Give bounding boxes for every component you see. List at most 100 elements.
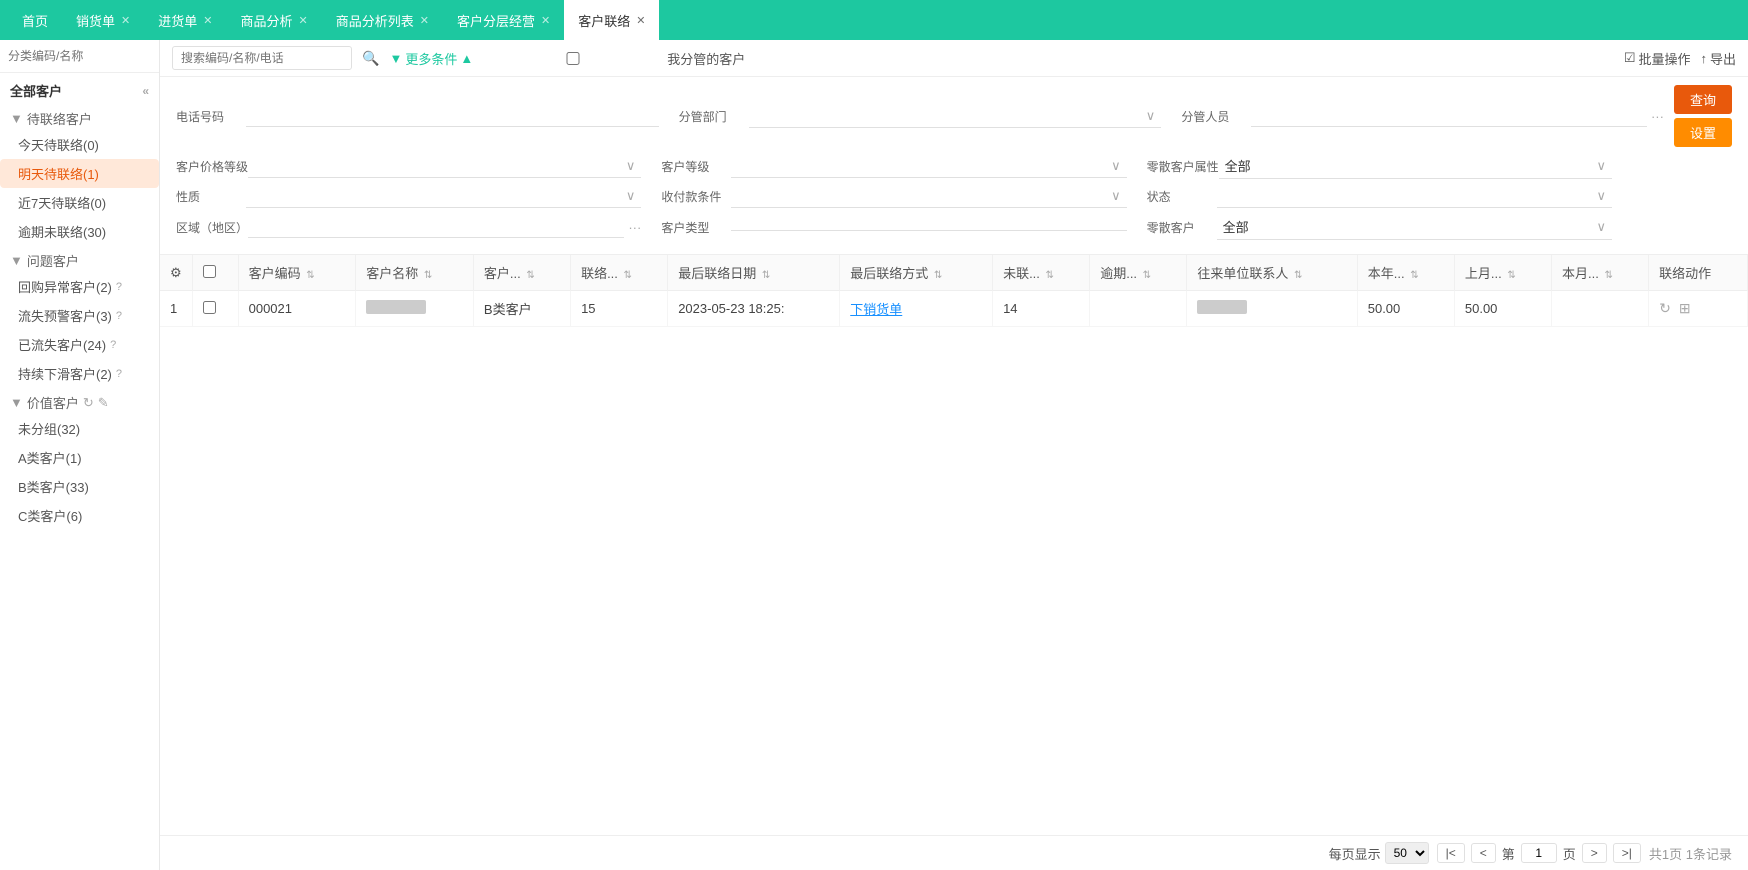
first-page-button[interactable]: |< [1437, 843, 1465, 863]
td-contact-count: 15 [571, 291, 668, 327]
price-level-select[interactable]: ∨ [248, 155, 641, 178]
sidebar-item-ungrouped[interactable]: 未分组(32) [0, 414, 159, 443]
sort-icon: ⇅ [1294, 270, 1302, 281]
sidebar-item-a-class[interactable]: A类客户(1) [0, 443, 159, 472]
search-button[interactable]: 🔍 [362, 50, 379, 67]
nav-product-analysis-list[interactable]: 商品分析列表 ✕ [322, 0, 443, 40]
value-refresh-icon[interactable]: ↻ [83, 395, 94, 411]
sidebar-item-declining[interactable]: 持续下滑客户(2) ? [0, 359, 159, 388]
customer-level-select[interactable]: ∨ [731, 155, 1126, 178]
search-input[interactable] [172, 46, 352, 70]
th-this-year[interactable]: 本年... ⇅ [1357, 255, 1454, 291]
sidebar-search-input[interactable] [8, 49, 160, 63]
sidebar-item-repurchase-abnormal[interactable]: 回购异常客户(2) ? [0, 272, 159, 301]
total-records: 共1页 1条记录 [1649, 844, 1732, 863]
sort-icon: ⇅ [762, 270, 770, 281]
nav-customer-tier[interactable]: 客户分层经营 ✕ [443, 0, 564, 40]
sort-icon: ⇅ [306, 270, 314, 281]
status-select[interactable]: ∨ [1217, 185, 1612, 208]
th-contact-person[interactable]: 往来单位联系人 ⇅ [1187, 255, 1357, 291]
sidebar-item-overdue[interactable]: 逾期未联络(30) [0, 217, 159, 246]
value-section-title: ▼ 价值客户 ↻ ✎ [0, 388, 159, 414]
close-icon[interactable]: ✕ [420, 14, 429, 27]
th-overdue[interactable]: 逾期... ⇅ [1090, 255, 1187, 291]
th-uncontacted[interactable]: 未联... ⇅ [993, 255, 1090, 291]
person-input[interactable] [1251, 106, 1647, 127]
data-table-area: ⚙ 客户编码 ⇅ 客户名称 ⇅ 客户... ⇅ [160, 255, 1748, 835]
row-checkbox[interactable] [203, 301, 216, 314]
my-customer-checkbox[interactable]: 我分管的客户 [483, 49, 745, 68]
sidebar-item-churned[interactable]: 已流失客户(24) ? [0, 330, 159, 359]
close-icon[interactable]: ✕ [121, 14, 130, 27]
adv-filter-row-4: 区域（地区） ··· 客户类型 零散客户 全部 ∨ [176, 214, 1732, 240]
td-checkbox[interactable] [192, 291, 238, 327]
sidebar-item-today[interactable]: 今天待联络(0) [0, 130, 159, 159]
th-contact-count[interactable]: 联络... ⇅ [571, 255, 668, 291]
close-icon[interactable]: ✕ [299, 14, 308, 27]
sort-icon: ⇅ [624, 270, 632, 281]
status-field: 状态 ∨ [1147, 185, 1612, 208]
dept-select[interactable]: ∨ [749, 105, 1162, 128]
region-input[interactable] [248, 217, 624, 238]
select-all-checkbox[interactable] [203, 265, 216, 278]
th-last-contact-method[interactable]: 最后联络方式 ⇅ [840, 255, 993, 291]
query-button[interactable]: 查询 [1674, 85, 1732, 114]
value-edit-icon[interactable]: ✎ [98, 395, 109, 411]
td-uncontacted: 14 [993, 291, 1090, 327]
more-filter-button[interactable]: ▼ 更多条件 ▲ [389, 49, 473, 68]
expand-icon: ▼ [10, 111, 23, 126]
last-page-button[interactable]: >| [1613, 843, 1641, 863]
td-code: 000021 [238, 291, 356, 327]
per-page-select[interactable]: 50 [1385, 842, 1429, 864]
th-last-contact-date[interactable]: 最后联络日期 ⇅ [668, 255, 840, 291]
th-this-month[interactable]: 本月... ⇅ [1552, 255, 1649, 291]
zero-retail-attr-select[interactable]: 全部 ∨ [1219, 153, 1612, 179]
th-gear[interactable]: ⚙ [160, 255, 192, 291]
sort-icon: ⇅ [1507, 270, 1515, 281]
page-input[interactable] [1521, 843, 1557, 863]
close-icon[interactable]: ✕ [203, 14, 212, 27]
next-page-button[interactable]: > [1582, 843, 1607, 863]
contact-method-link[interactable]: 下销货单 [850, 302, 902, 317]
more-icon[interactable]: ··· [628, 220, 641, 235]
refresh-action-icon[interactable]: ↻ [1659, 300, 1671, 317]
adv-filter-row-3: 性质 ∨ 收付款条件 ∨ 状态 [176, 185, 1732, 208]
sidebar-item-tomorrow[interactable]: 明天待联络(1) [0, 159, 159, 188]
nav-purchase[interactable]: 进货单 ✕ [144, 0, 226, 40]
nav-sales[interactable]: 销货单 ✕ [62, 0, 144, 40]
hint-icon: ? [116, 368, 122, 380]
more-icon[interactable]: ··· [1651, 109, 1664, 124]
td-last-contact-method[interactable]: 下销货单 [840, 291, 993, 327]
th-type[interactable]: 客户... ⇅ [473, 255, 570, 291]
nature-select[interactable]: ∨ [246, 185, 641, 208]
my-customer-check[interactable] [483, 52, 663, 65]
sidebar-item-7days[interactable]: 近7天待联络(0) [0, 188, 159, 217]
export-button[interactable]: ↑ 导出 [1700, 49, 1736, 68]
close-icon[interactable]: ✕ [541, 14, 550, 27]
zero-customer-select[interactable]: 全部 ∨ [1217, 214, 1612, 240]
sidebar-item-c-class[interactable]: C类客户(6) [0, 501, 159, 530]
th-code[interactable]: 客户编码 ⇅ [238, 255, 356, 291]
sidebar-item-churn-warning[interactable]: 流失预警客户(3) ? [0, 301, 159, 330]
nav-home[interactable]: 首页 [8, 0, 62, 40]
chevron-down-icon: ∨ [626, 188, 636, 204]
collapse-icon[interactable]: « [142, 84, 149, 98]
phone-input[interactable] [246, 106, 659, 127]
customer-type-select[interactable] [731, 224, 1126, 231]
all-customers-title: 全部客户 « [0, 73, 159, 104]
bulk-op-button[interactable]: ☑ 批量操作 [1624, 49, 1691, 68]
prev-page-button[interactable]: < [1471, 843, 1496, 863]
th-last-month[interactable]: 上月... ⇅ [1454, 255, 1551, 291]
nav-customer-contact[interactable]: 客户联络 ✕ [564, 0, 659, 40]
th-checkbox[interactable] [192, 255, 238, 291]
td-contact-person [1187, 291, 1357, 327]
grid-action-icon[interactable]: ⊞ [1679, 300, 1691, 317]
th-name[interactable]: 客户名称 ⇅ [356, 255, 474, 291]
sidebar-item-b-class[interactable]: B类客户(33) [0, 472, 159, 501]
settings-button[interactable]: 设置 [1674, 118, 1732, 147]
nav-product-analysis[interactable]: 商品分析 ✕ [226, 0, 321, 40]
close-icon[interactable]: ✕ [636, 14, 645, 27]
adv-filter-row-1: 电话号码 分管部门 ∨ 分管人员 ··· [176, 85, 1732, 147]
td-overdue [1090, 291, 1187, 327]
payment-select[interactable]: ∨ [731, 185, 1126, 208]
